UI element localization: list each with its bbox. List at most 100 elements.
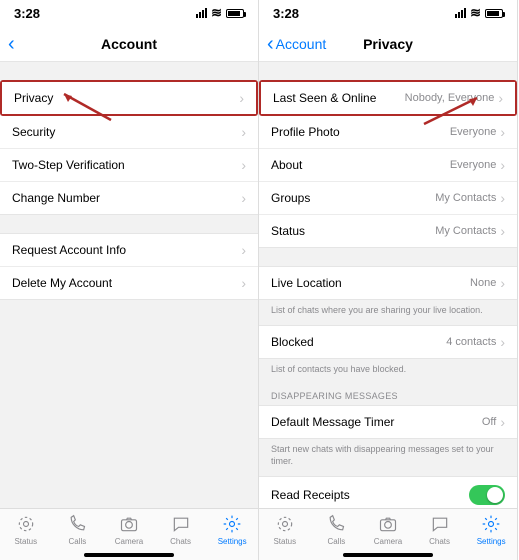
gear-icon [480,513,502,535]
settings-tab[interactable]: Settings [469,513,513,546]
gear-icon [221,513,243,535]
chevron-right-icon: › [241,157,246,173]
tab-label: Settings [477,537,506,546]
row-value: 4 contacts [446,336,496,348]
camera-tab[interactable]: Camera [366,513,410,546]
row-label: Two-Step Verification [12,158,125,172]
battery-icon [485,9,503,18]
tab-label: Chats [170,537,191,546]
groups-row[interactable]: Groups My Contacts › [259,182,517,215]
row-label: Delete My Account [12,276,112,290]
status-tab[interactable]: Status [4,513,48,546]
phone-icon [325,513,347,535]
tab-label: Status [273,537,296,546]
row-label: Read Receipts [271,488,350,502]
tab-label: Status [14,537,37,546]
page-title: Account [101,36,157,52]
chat-icon [429,513,451,535]
status-time: 3:28 [273,6,299,21]
tab-label: Camera [374,537,402,546]
row-label: Blocked [271,335,314,349]
row-label: Change Number [12,191,100,205]
row-label: Live Location [271,276,342,290]
tab-label: Settings [218,537,247,546]
phone-icon [66,513,88,535]
camera-icon [377,513,399,535]
chevron-right-icon: › [241,275,246,291]
tab-label: Chats [429,537,450,546]
default-timer-row[interactable]: Default Message Timer Off› [259,406,517,438]
about-row[interactable]: About Everyone › [259,149,517,182]
row-label: Status [271,224,305,238]
status-time: 3:28 [14,6,40,21]
read-receipts-row[interactable]: Read Receipts [259,477,517,508]
request-info-row[interactable]: Request Account Info › [0,234,258,267]
blocked-row[interactable]: Blocked 4 contacts› [259,326,517,358]
chats-tab[interactable]: Chats [418,513,462,546]
signal-icon [196,8,207,18]
row-label: Security [12,125,55,139]
status-bar: 3:28 ≋ [0,0,258,26]
status-icon [15,513,37,535]
chevron-left-icon: ‹ [8,34,15,54]
row-value: Everyone [450,159,496,171]
chevron-right-icon: › [500,275,505,291]
tab-label: Calls [69,537,87,546]
row-value: My Contacts [435,225,496,237]
chevron-right-icon: › [241,242,246,258]
live-location-footer: List of chats where you are sharing your… [259,300,517,325]
page-title: Privacy [363,36,413,52]
camera-icon [118,513,140,535]
live-location-row[interactable]: Live Location None › [259,267,517,299]
profile-photo-row[interactable]: Profile Photo Everyone› [259,116,517,149]
row-value: My Contacts [435,192,496,204]
status-tab[interactable]: Status [263,513,307,546]
disappearing-header: DISAPPEARING MESSAGES [259,383,517,405]
status-bar: 3:28 ≋ [259,0,517,26]
tab-label: Calls [328,537,346,546]
change-number-row[interactable]: Change Number › [0,182,258,214]
chevron-left-icon: ‹ [267,34,274,54]
last-seen-row[interactable]: Last Seen & Online Nobody, Everyone› [259,80,517,116]
row-label: About [271,158,302,172]
back-label: Account [276,36,327,52]
chevron-right-icon: › [500,223,505,239]
chevron-right-icon: › [500,414,505,430]
chevron-right-icon: › [239,90,244,106]
row-label: Last Seen & Online [273,91,376,105]
row-value: Off [482,416,496,428]
two-step-row[interactable]: Two-Step Verification › [0,149,258,182]
privacy-screen: 3:28 ≋ ‹ Account Privacy Last Seen & Onl… [259,0,518,560]
home-indicator [84,553,174,557]
wifi-icon: ≋ [470,5,481,21]
delete-account-row[interactable]: Delete My Account › [0,267,258,299]
blocked-footer: List of contacts you have blocked. [259,359,517,384]
settings-tab[interactable]: Settings [210,513,254,546]
signal-icon [455,8,466,18]
status-icon [274,513,296,535]
read-receipts-toggle[interactable] [469,485,505,505]
row-value: Nobody, Everyone [405,92,495,104]
camera-tab[interactable]: Camera [107,513,151,546]
status-row[interactable]: Status My Contacts › [259,215,517,247]
chevron-right-icon: › [500,157,505,173]
chats-tab[interactable]: Chats [159,513,203,546]
row-value: None [470,277,496,289]
chevron-right-icon: › [241,124,246,140]
back-button[interactable]: ‹ [8,34,17,54]
calls-tab[interactable]: Calls [55,513,99,546]
calls-tab[interactable]: Calls [314,513,358,546]
row-label: Profile Photo [271,125,340,139]
chevron-right-icon: › [241,190,246,206]
privacy-row[interactable]: Privacy › [0,80,258,116]
battery-icon [226,9,244,18]
tab-label: Camera [115,537,143,546]
back-button[interactable]: ‹ Account [267,34,326,54]
home-indicator [343,553,433,557]
security-row[interactable]: Security › [0,116,258,149]
chevron-right-icon: › [500,190,505,206]
row-value: Everyone [450,126,496,138]
row-label: Groups [271,191,310,205]
chat-icon [170,513,192,535]
row-label: Privacy [14,91,53,105]
